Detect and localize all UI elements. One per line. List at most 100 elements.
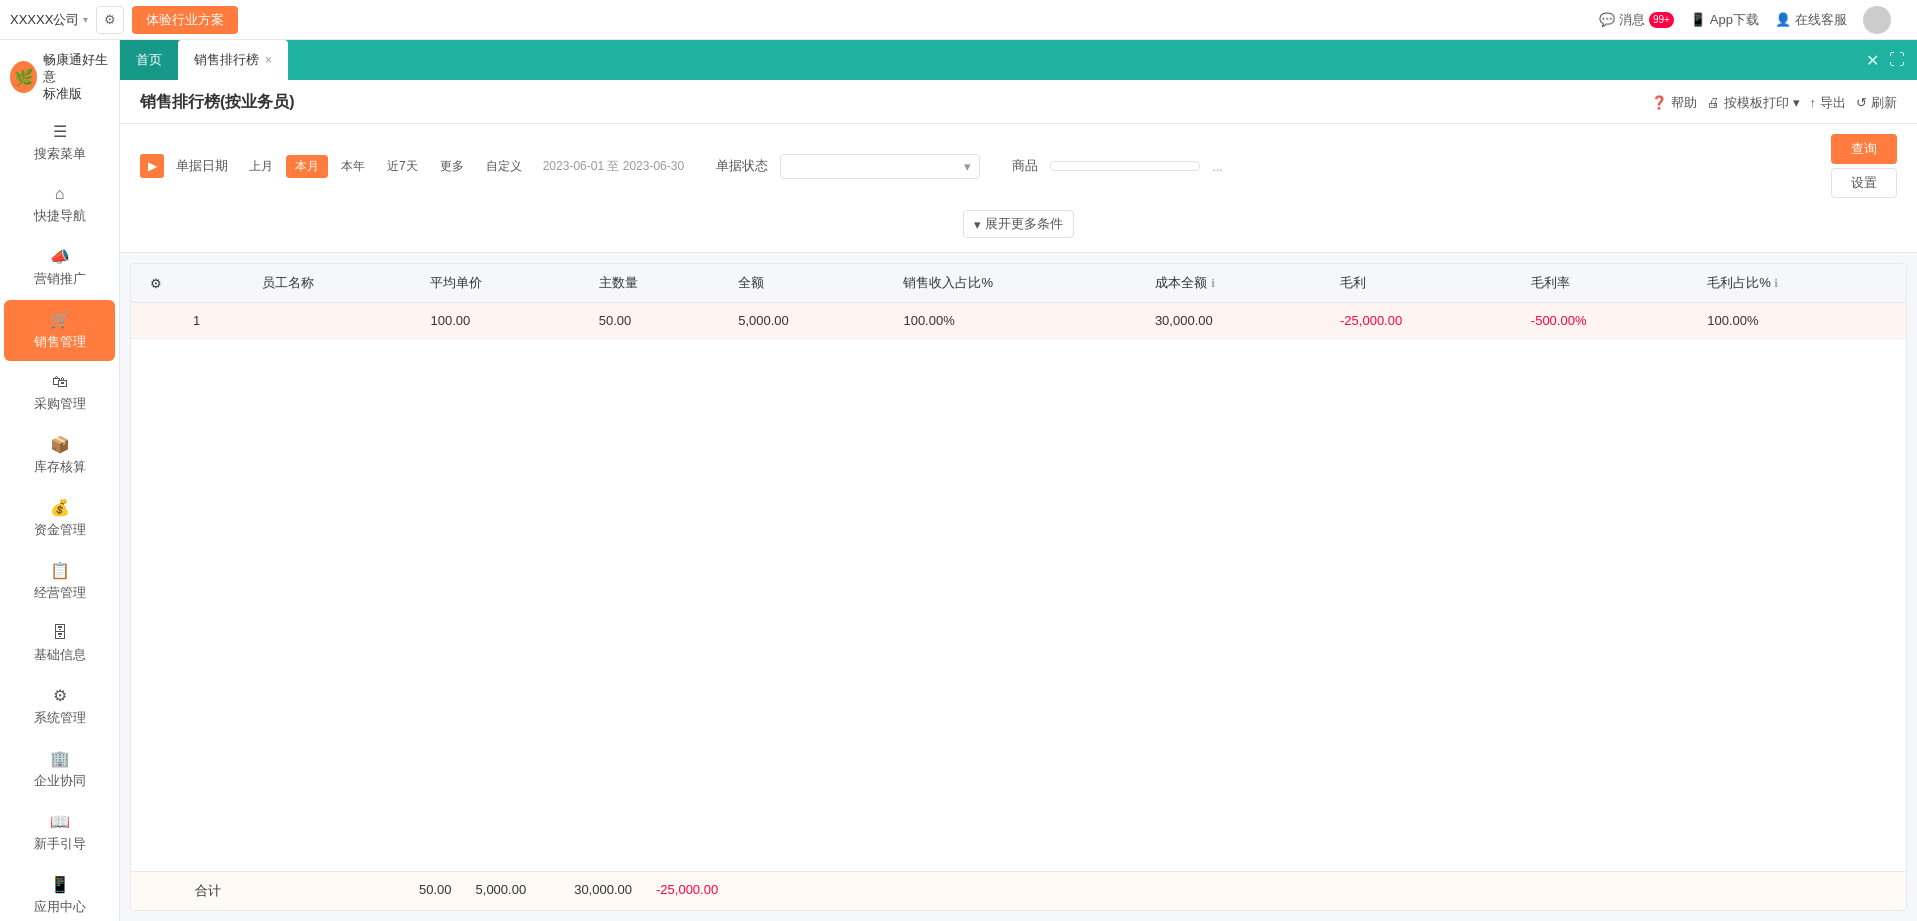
- basics-icon: 🗄: [52, 624, 68, 642]
- message-icon: 💬: [1599, 12, 1615, 27]
- app-download-button[interactable]: 📱 App下载: [1690, 11, 1759, 29]
- sidebar-item-label: 销售管理: [34, 333, 86, 351]
- top-bar: XXXXX公司 ▾ ⚙ 体验行业方案 💬 消息 99+ 📱 App下载 👤 在线…: [0, 0, 1917, 40]
- footer-total-label: 合计: [183, 882, 383, 900]
- expand-icon: ▾: [974, 217, 981, 232]
- sidebar-item-inventory[interactable]: 📦 库存核算: [4, 425, 115, 486]
- tab-home[interactable]: 首页: [120, 40, 178, 80]
- enterprise-icon: 🏢: [50, 749, 70, 768]
- footer-cells: 合计 50.00 5,000.00 30,000.00 -25,000.00: [143, 882, 1894, 900]
- sidebar-item-search[interactable]: ☰ 搜索菜单: [4, 112, 115, 173]
- col-settings-header[interactable]: ⚙: [131, 264, 181, 303]
- tab-close-all-icon[interactable]: ✕: [1866, 51, 1879, 70]
- cell-total: 5,000.00: [726, 303, 891, 339]
- more-filters-icon[interactable]: ...: [1212, 159, 1223, 174]
- trial-button[interactable]: 体验行业方案: [132, 6, 238, 34]
- cell-cost: 30,000.00: [1143, 303, 1328, 339]
- footer-gross-pct: [754, 882, 778, 900]
- filter-toggle-button[interactable]: ▶: [140, 154, 164, 178]
- top-bar-right: 💬 消息 99+ 📱 App下载 👤 在线客服: [1599, 6, 1907, 34]
- date-tab-custom[interactable]: 自定义: [477, 155, 531, 178]
- gross-pct-info-icon[interactable]: ℹ: [1774, 277, 1778, 289]
- marketing-icon: 📣: [50, 247, 70, 266]
- goods-select[interactable]: [1050, 161, 1200, 171]
- cell-gross-pct: 100.00%: [1695, 303, 1906, 339]
- sidebar-item-guide[interactable]: 📖 新手引导: [4, 802, 115, 863]
- sidebar-item-operations[interactable]: 📋 经营管理: [4, 551, 115, 612]
- sales-icon: 🛒: [50, 310, 70, 329]
- service-label: 在线客服: [1795, 11, 1847, 29]
- sidebar-item-basics[interactable]: 🗄 基础信息: [4, 614, 115, 674]
- date-tab-more[interactable]: 更多: [431, 155, 473, 178]
- tab-bar-actions: ✕ ⛶: [1866, 51, 1917, 70]
- cell-gross: -25,000.00: [1328, 303, 1519, 339]
- date-tab-prev-month[interactable]: 上月: [240, 155, 282, 178]
- close-icon[interactable]: ×: [265, 53, 272, 67]
- sidebar-item-label: 快捷导航: [34, 207, 86, 225]
- export-button[interactable]: ↑ 导出: [1810, 94, 1847, 112]
- cost-info-icon[interactable]: ℹ: [1211, 277, 1215, 289]
- sidebar-item-marketing[interactable]: 📣 营销推广: [4, 237, 115, 298]
- avatar[interactable]: [1863, 6, 1891, 34]
- sidebar-item-purchase[interactable]: 🛍 采购管理: [4, 363, 115, 423]
- sidebar-item-enterprise[interactable]: 🏢 企业协同: [4, 739, 115, 800]
- help-button[interactable]: ❓ 帮助: [1651, 94, 1697, 112]
- query-button[interactable]: 查询: [1831, 134, 1897, 164]
- settings-button[interactable]: 设置: [1831, 168, 1897, 198]
- cell-name: [250, 303, 418, 339]
- sidebar-logo[interactable]: 🌿 畅康通好生意 标准版: [0, 40, 119, 111]
- company-name: XXXXX公司: [10, 11, 79, 29]
- company-selector[interactable]: XXXXX公司 ▾: [10, 11, 88, 29]
- data-table: ⚙ 员工名称 平均单价 主数量 全额 销售收入占比% 成本全额 ℹ 毛利 毛利率: [131, 264, 1906, 339]
- logo-icon: 🌿: [10, 61, 37, 93]
- sidebar-item-apps[interactable]: 📱 应用中心: [4, 865, 115, 921]
- date-tab-current-year[interactable]: 本年: [332, 155, 374, 178]
- footer-sales-pct: [538, 882, 562, 900]
- service-icon: 👤: [1775, 12, 1791, 27]
- col-gross-rate-header: 毛利率: [1519, 264, 1695, 303]
- guide-icon: 📖: [50, 812, 70, 831]
- table-row[interactable]: 1100.0050.005,000.00100.00%30,000.00-25,…: [131, 303, 1906, 339]
- expand-label: 展开更多条件: [985, 215, 1063, 233]
- apps-icon: 📱: [50, 875, 70, 894]
- table-container: ⚙ 员工名称 平均单价 主数量 全额 销售收入占比% 成本全额 ℹ 毛利 毛利率: [130, 263, 1907, 911]
- export-label: 导出: [1820, 94, 1846, 112]
- col-avg-price-header: 平均单价: [418, 264, 586, 303]
- sidebar-item-label: 搜索菜单: [34, 145, 86, 163]
- sidebar-item-label: 营销推广: [34, 270, 86, 288]
- footer-quantity: 50.00: [407, 882, 464, 900]
- footer-cost: 30,000.00: [562, 882, 644, 900]
- date-tabs: 上月 本月 本年 近7天 更多 自定义: [240, 155, 531, 178]
- col-total-header: 全额: [726, 264, 891, 303]
- col-rank-header: [181, 264, 250, 303]
- col-gross-header: 毛利: [1328, 264, 1519, 303]
- cell-settings: [131, 303, 181, 339]
- tab-home-label: 首页: [136, 51, 162, 69]
- tab-expand-icon[interactable]: ⛶: [1889, 51, 1905, 69]
- col-gross-pct-header: 毛利占比% ℹ: [1695, 264, 1906, 303]
- tab-sales-ranking[interactable]: 销售排行榜 ×: [178, 40, 288, 80]
- cell-sales-pct: 100.00%: [891, 303, 1142, 339]
- filter-actions: 查询 设置: [1831, 134, 1897, 198]
- col-cost-header: 成本全额 ℹ: [1143, 264, 1328, 303]
- home-icon: ⌂: [55, 185, 65, 203]
- sidebar-item-system[interactable]: ⚙ 系统管理: [4, 676, 115, 737]
- message-button[interactable]: 💬 消息 99+: [1599, 11, 1674, 29]
- company-chevron-icon: ▾: [83, 14, 88, 25]
- app-label: App下载: [1710, 11, 1759, 29]
- company-settings-button[interactable]: ⚙: [96, 6, 124, 34]
- sidebar-item-quick-nav[interactable]: ⌂ 快捷导航: [4, 175, 115, 235]
- date-tab-7days[interactable]: 近7天: [378, 155, 427, 178]
- status-select[interactable]: ▾: [780, 154, 980, 179]
- footer-avg-price: [383, 882, 407, 900]
- sidebar-item-finance[interactable]: 💰 资金管理: [4, 488, 115, 549]
- logo-text: 畅康通好生意 标准版: [43, 52, 109, 103]
- sidebar-item-label: 资金管理: [34, 521, 86, 539]
- print-button[interactable]: 🖨 按模板打印 ▾: [1707, 94, 1800, 112]
- online-service-button[interactable]: 👤 在线客服: [1775, 11, 1847, 29]
- refresh-button[interactable]: ↺ 刷新: [1856, 94, 1897, 112]
- sidebar-item-sales[interactable]: 🛒 销售管理: [4, 300, 115, 361]
- date-tab-current-month[interactable]: 本月: [286, 155, 328, 178]
- expand-more-button[interactable]: ▾ 展开更多条件: [963, 210, 1074, 238]
- app-icon: 📱: [1690, 12, 1706, 27]
